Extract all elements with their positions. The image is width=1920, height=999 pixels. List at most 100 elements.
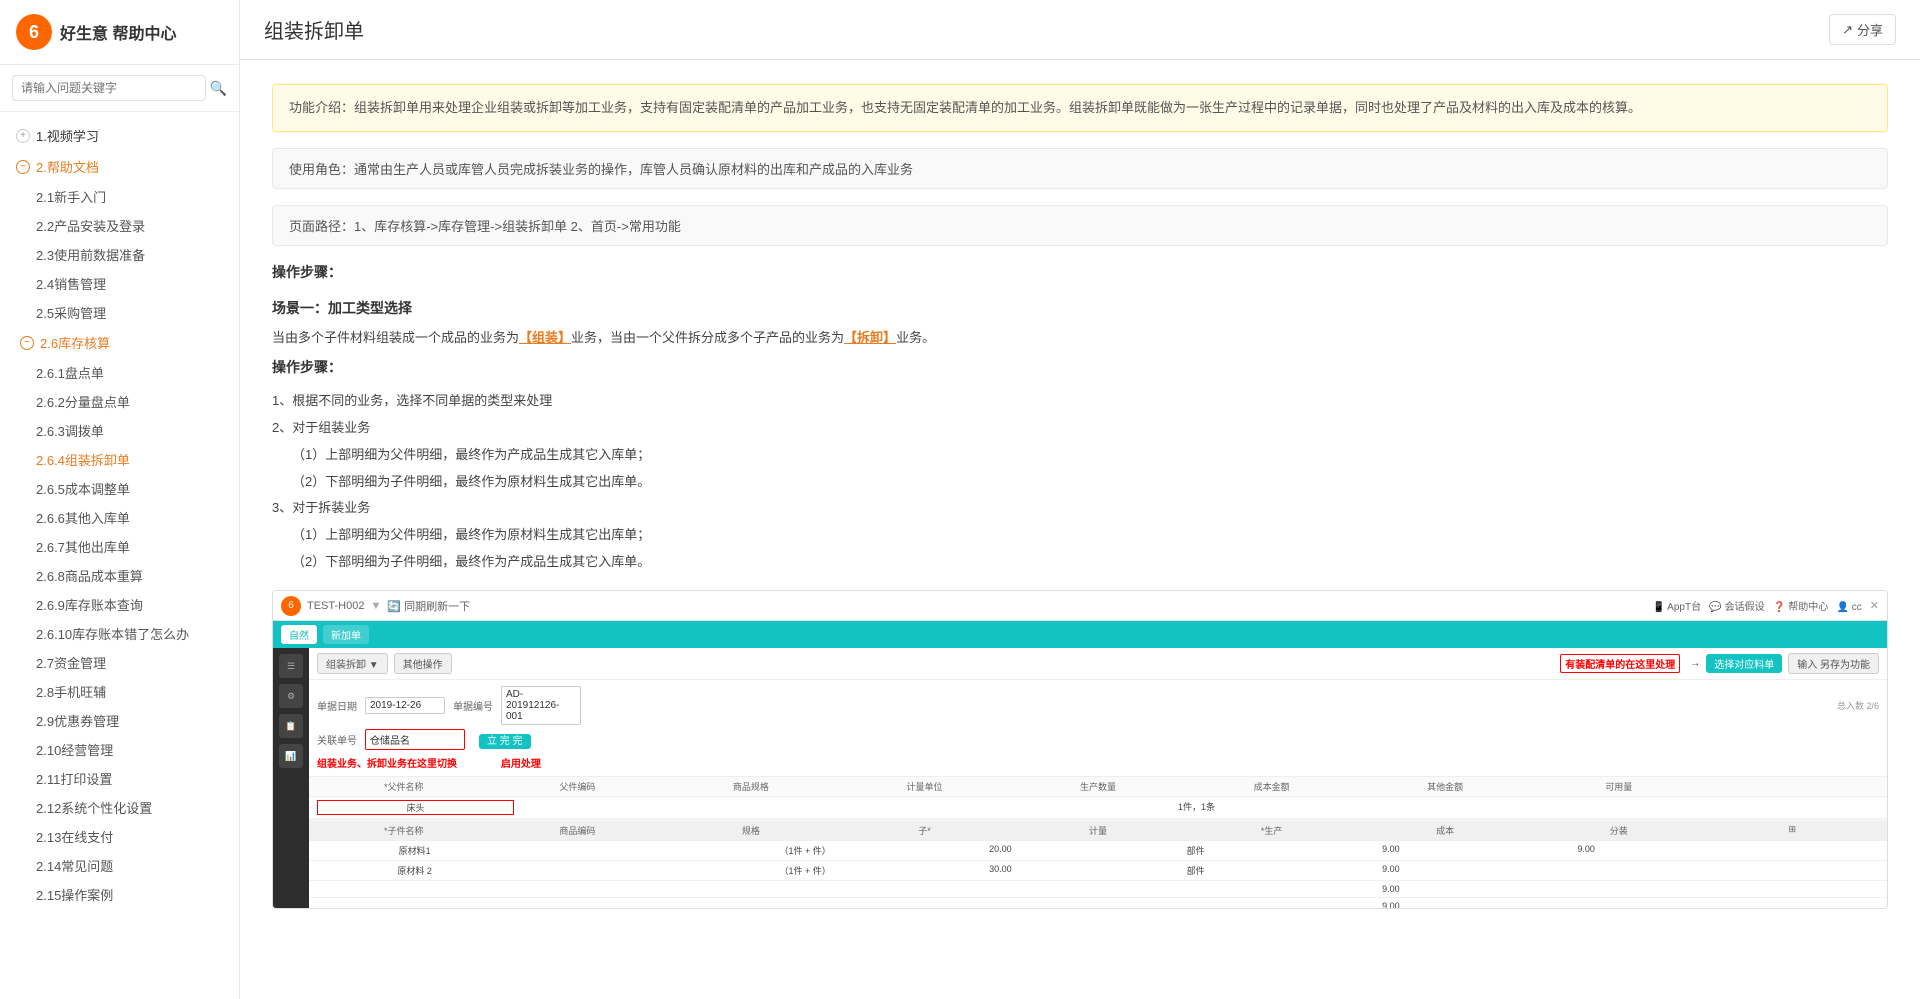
scene1-desc: 当由多个子件材料组装成一个成品的业务为【组装】业务，当由一个父件拆分成多个子产品… [272,326,1888,349]
step-1: 1、根据不同的业务，选择不同单据的类型来处理 [272,389,1888,414]
ss-code-input[interactable]: AD-201912126-001 [501,686,581,725]
ss-child-row-3: 9.00 [309,881,1887,898]
ss-child-cell-1-5: 部件 [1098,844,1293,857]
step-3: 3、对于拆装业务 [272,496,1888,521]
sidebar-item-purchase[interactable]: 2.5采购管理 [0,298,239,327]
ss-child-cell-1-2 [512,844,707,857]
ss-child-cell-2-3: （1件 + 件） [708,864,903,877]
ss-btn-select-template[interactable]: 选择对应料单 [1706,654,1782,673]
ss-date-label: 单据日期 [317,698,357,713]
sidebar-item-faq[interactable]: 2.14常见问题 [0,851,239,880]
ss-child-cell-1-1: 原材料1 [317,844,512,857]
ss-child-cell-4-4 [903,901,1098,908]
sidebar-item-assembly[interactable]: 2.6.4组装拆卸单 [0,445,239,474]
sidebar-item-finance[interactable]: 2.7资金管理 [0,648,239,677]
ss-col-op [1706,780,1880,793]
ss-child-cell-4-8 [1684,901,1879,908]
ss-col-parent-name: *父件名称 [317,780,491,793]
path-text: 页面路径：1、库存核算->库存管理->组装拆卸单 2、首页->常用功能 [289,219,681,234]
sidebar-item-inventory[interactable]: − 2.6库存核算 [0,327,239,358]
sidebar-item-label: 2.帮助文档 [36,157,99,176]
sidebar-item-cost-adj[interactable]: 2.6.5成本调整单 [0,474,239,503]
ss-btn-type[interactable]: 组装拆卸 ▼ [317,653,388,674]
sidebar-item-cases[interactable]: 2.15操作案例 [0,880,239,909]
expand-icon: + [16,129,30,143]
sidebar-item-cost-recalc[interactable]: 2.6.8商品成本重算 [0,561,239,590]
ss-annotation-area-2: 组装业务、拆卸业务在这里切换 启用处理 [317,754,1879,770]
share-label: 分享 [1857,20,1883,39]
sidebar-item-other-in[interactable]: 2.6.6其他入库单 [0,503,239,532]
ss-body: ☰ ⚙ 📋 📊 组装拆卸 ▼ 其他操作 有装配清单的在这里处理 [273,648,1887,908]
sidebar-item-stock-error[interactable]: 2.6.10库存账本错了怎么办 [0,619,239,648]
ss-child-col-5: 计量 [1011,824,1185,837]
ss-arrow-1: → [1690,658,1700,669]
ss-tab-new[interactable]: 新加单 [323,625,369,644]
sidebar-item-help-docs[interactable]: − 2.帮助文档 [0,151,239,182]
sidebar-item-online-pay[interactable]: 2.13在线支付 [0,822,239,851]
ss-child-col-7: 成本 [1358,824,1532,837]
sidebar-item-install[interactable]: 2.2产品安装及登录 [0,211,239,240]
content-area: 功能介绍：组装拆卸单用来处理企业组装或拆卸等加工业务，支持有固定装配清单的产品加… [240,60,1920,999]
sidebar-item-stock-ledger[interactable]: 2.6.9库存账本查询 [0,590,239,619]
ss-form-row-1: 单据日期 2019-12-26 单据编号 AD-201912126-001 总入… [317,686,1879,725]
ss-child-cell-1-4: 20.00 [903,844,1098,857]
ss-col-cost: 成本金额 [1185,780,1359,793]
sidebar-item-label: 1.视频学习 [36,126,99,145]
ss-child-header: *子件名称 商品编码 规格 子* 计量 *生产 成本 分装 ⊞ [309,821,1887,841]
sidebar-item-stocktake[interactable]: 2.6.1盘点单 [0,358,239,387]
ss-child-cell-4-7 [1489,901,1684,908]
sidebar-item-other-out[interactable]: 2.6.7其他出库单 [0,532,239,561]
ss-child-cell-3-4 [903,884,1098,894]
ss-parent-cell-other [1489,800,1684,815]
sidebar-item-stock-split[interactable]: 2.6.2分量盘点单 [0,387,239,416]
screenshot-inner: 6 TEST-H002 ▼ 🔄 同期刷新一下 📱 AppT台 💬 会话假设 ❓ … [273,591,1887,908]
screenshot-container: 6 TEST-H002 ▼ 🔄 同期刷新一下 📱 AppT台 💬 会话假设 ❓ … [272,590,1888,909]
step-2-1: （1）上部明细为父件明细，最终作为产成品生成其它入库单； [292,443,1888,468]
nav-section-video: + 1.视频学习 [0,120,239,151]
role-box: 使用角色：通常由生产人员或库管人员完成拆装业务的操作，库管人员确认原材料的出库和… [272,148,1888,189]
sidebar-item-ops-mgmt[interactable]: 2.10经营管理 [0,735,239,764]
path-box: 页面路径：1、库存核算->库存管理->组装拆卸单 2、首页->常用功能 [272,205,1888,246]
sidebar-item-personalize[interactable]: 2.12系统个性化设置 [0,793,239,822]
ss-child-col-6: *生产 [1185,824,1359,837]
ss-count: 总入数 2/6 [1837,699,1879,712]
ss-child-cell-3-6: 9.00 [1293,884,1488,894]
ss-col-other: 其他金额 [1358,780,1532,793]
sidebar-item-mobile[interactable]: 2.8手机旺辅 [0,677,239,706]
ss-col-avail: 可用量 [1532,780,1706,793]
ss-confirm-btn-label[interactable]: 立 完 完 [479,734,531,749]
sidebar-item-print[interactable]: 2.11打印设置 [0,764,239,793]
ss-child-cell-2-6: 9.00 [1293,864,1488,877]
ss-refresh: 🔄 同期刷新一下 [387,598,470,614]
sidebar-item-beginner[interactable]: 2.1新手入门 [0,182,239,211]
sidebar-item-sales[interactable]: 2.4销售管理 [0,269,239,298]
search-button[interactable]: 🔍 [210,80,227,97]
ss-warehouse-input[interactable]: 仓储品名 [365,729,465,750]
search-input[interactable] [12,75,206,101]
ss-child-cell-3-3 [708,884,903,894]
ss-date-input[interactable]: 2019-12-26 [365,697,445,714]
share-button[interactable]: ↗ 分享 [1829,14,1896,45]
ss-confirm-btn[interactable]: 立 完 完 [479,732,531,747]
ss-tab-list[interactable]: 自然 [281,625,317,644]
ss-col-qty: 生产数量 [1011,780,1185,793]
sidebar-item-label: 2.6库存核算 [40,333,110,352]
ss-btn-more[interactable]: 其他操作 [394,653,452,674]
page-title: 组装拆卸单 [264,15,364,44]
ss-close[interactable]: ✕ [1870,599,1879,612]
step-3-2: （2）下部明细为子件明细，最终作为产成品生成其它入库单。 [292,550,1888,575]
sidebar-item-coupon[interactable]: 2.9优惠券管理 [0,706,239,735]
sidebar-item-video-learning[interactable]: + 1.视频学习 [0,120,239,151]
ss-child-table: *子件名称 商品编码 规格 子* 计量 *生产 成本 分装 ⊞ [309,821,1887,908]
ss-sidebar-icon-1: ☰ [279,654,303,678]
ss-child-cell-2-5: 部件 [1098,864,1293,877]
ss-child-cell-3-7 [1489,884,1684,894]
sidebar-item-transfer[interactable]: 2.6.3调拨单 [0,416,239,445]
sidebar-nav: + 1.视频学习 − 2.帮助文档 2.1新手入门 2.2产品安装及登录 2.3… [0,112,239,999]
nav-section-help-docs: − 2.帮助文档 2.1新手入门 2.2产品安装及登录 2.3使用前数据准备 2… [0,151,239,909]
steps-list: 1、根据不同的业务，选择不同单据的类型来处理 2、对于组装业务 （1）上部明细为… [272,389,1888,574]
sidebar-item-data-prep[interactable]: 2.3使用前数据准备 [0,240,239,269]
ss-btn-preview[interactable]: 输入 另存为功能 [1788,653,1879,674]
ss-child-col-3: 规格 [664,824,838,837]
ss-id: TEST-H002 [307,600,364,612]
